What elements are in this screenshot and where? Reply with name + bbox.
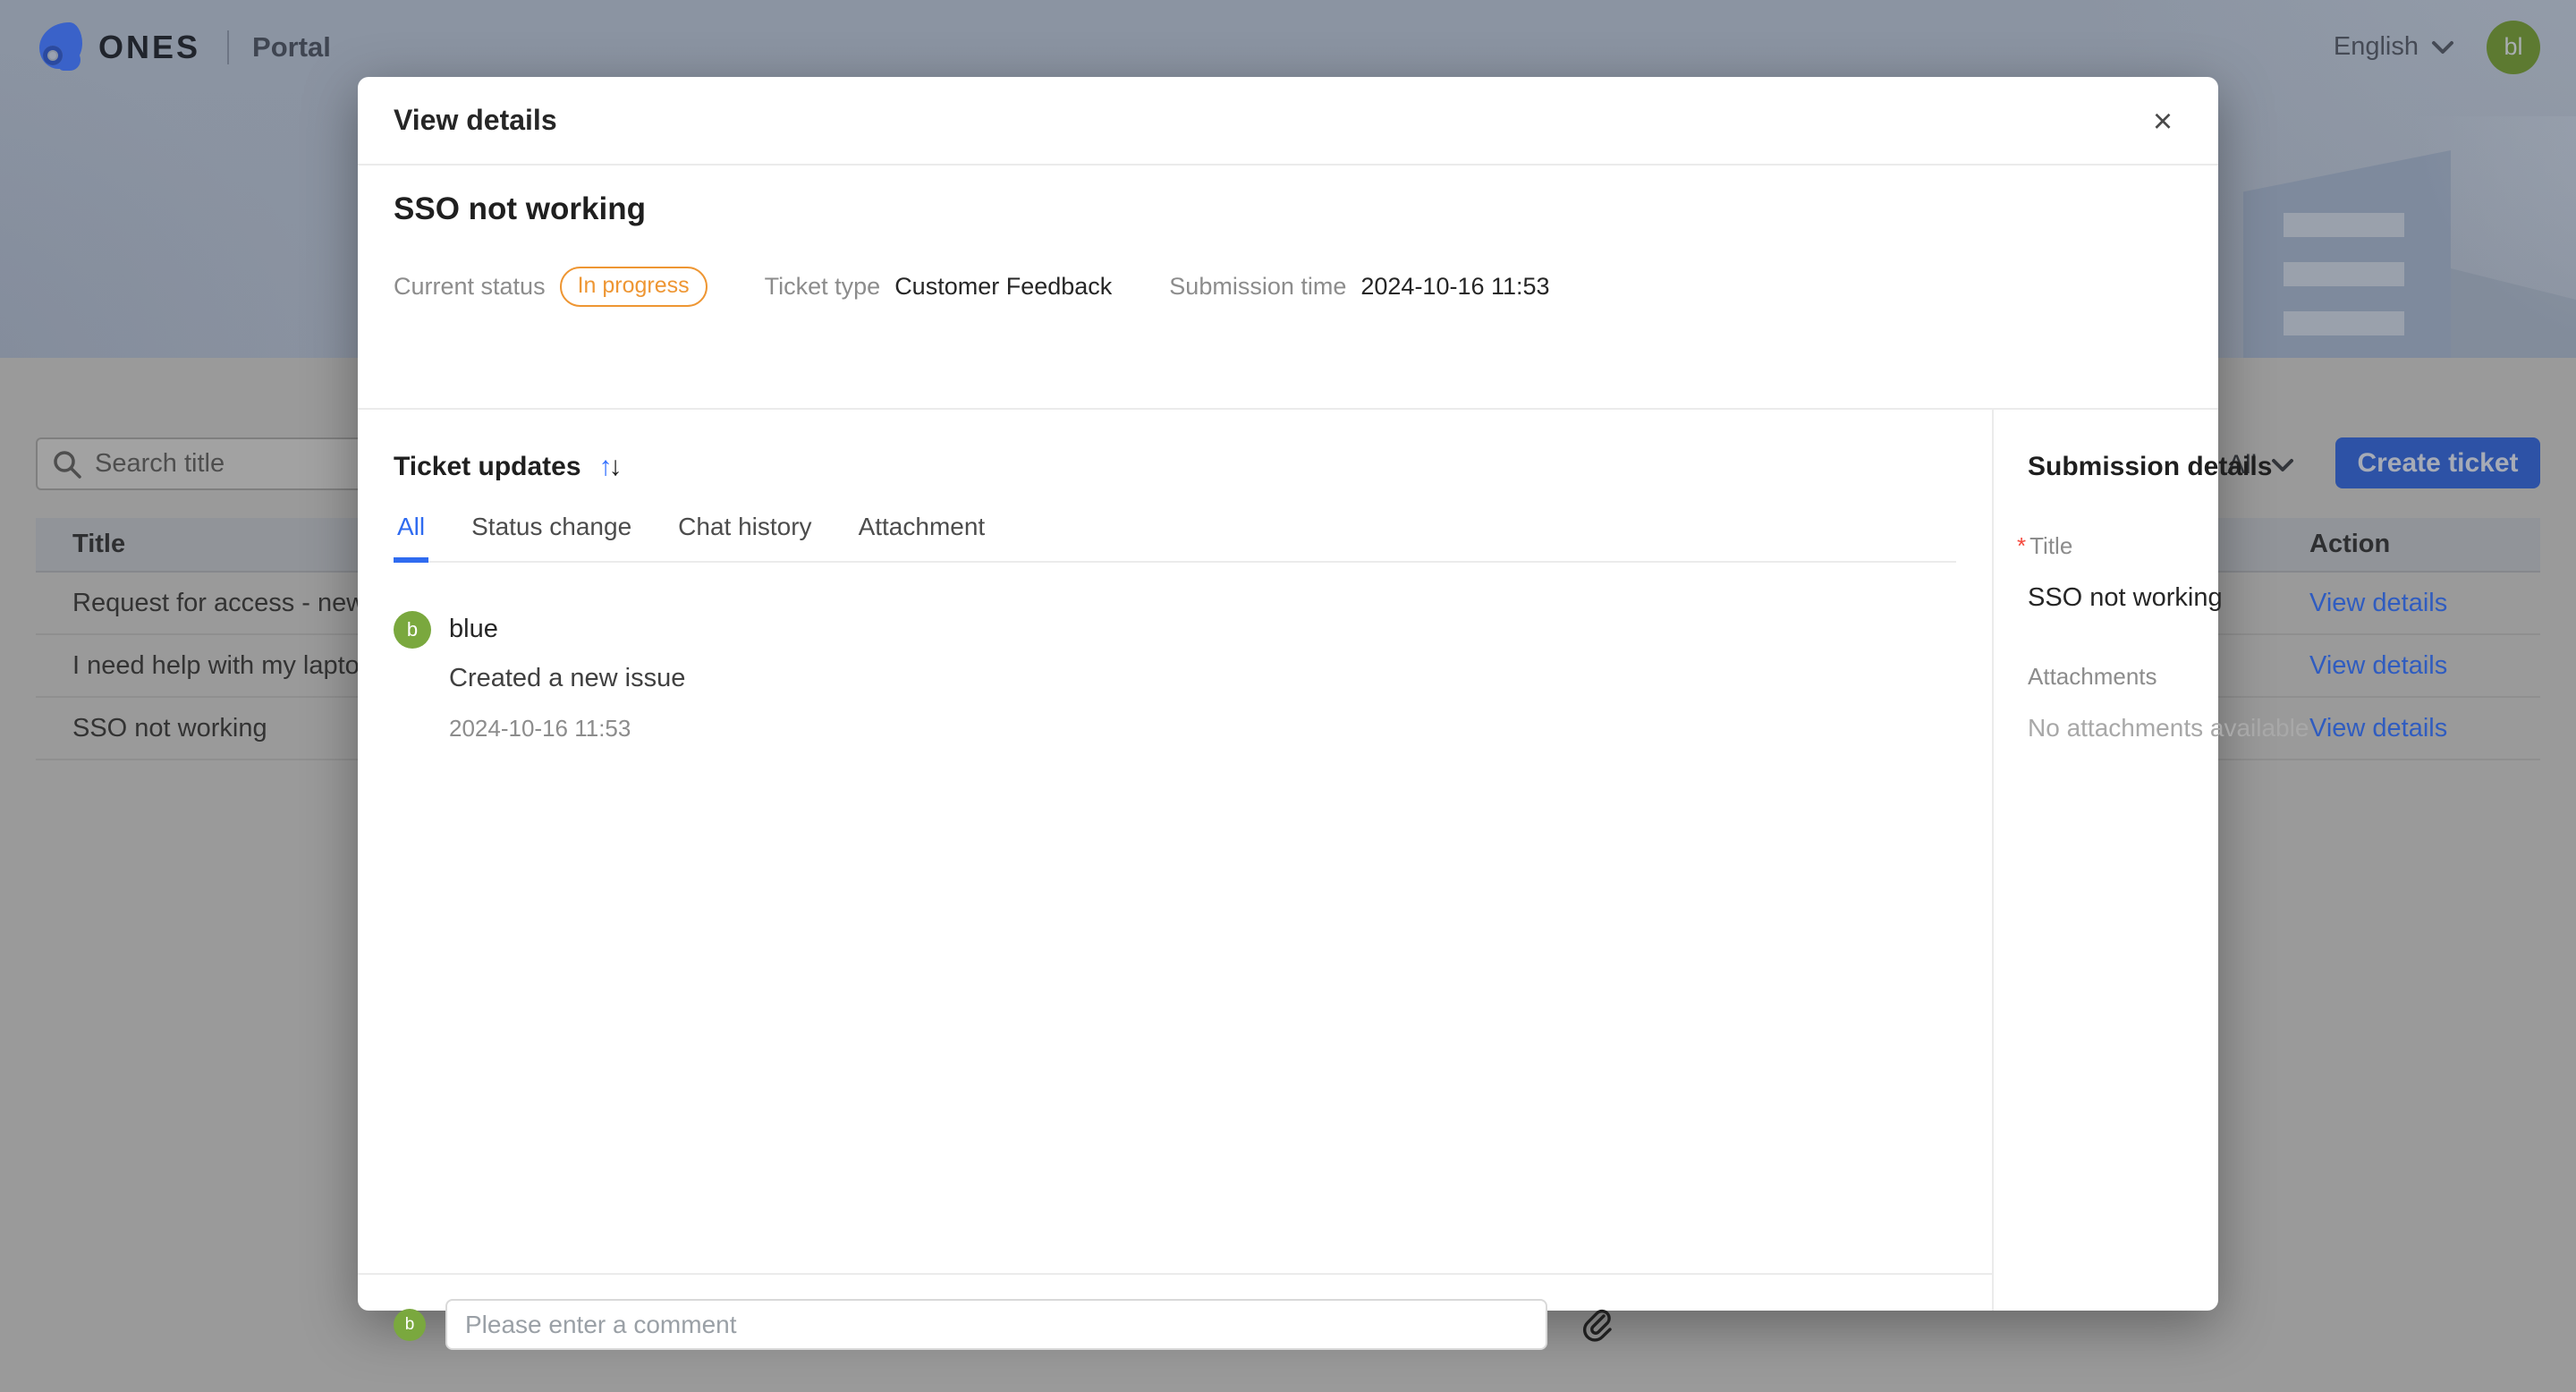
sort-order-icon[interactable]: ↑↓ — [599, 452, 623, 482]
pane-divider — [1992, 409, 1994, 1311]
ticket-updates-heading: Ticket updates ↑↓ — [394, 452, 623, 482]
product-name: Portal — [252, 31, 331, 63]
brand-logo[interactable]: ONES Portal — [36, 21, 331, 73]
comment-input[interactable] — [445, 1299, 1547, 1350]
tab-attachment[interactable]: Attachment — [855, 513, 989, 561]
submission-time-label: Submission time — [1169, 273, 1347, 300]
comment-bar: b — [394, 1299, 1956, 1350]
avatar: b — [394, 1308, 426, 1341]
user-avatar[interactable]: bl — [2487, 20, 2540, 74]
update-timestamp: 2024-10-16 11:53 — [449, 715, 631, 742]
language-label: English — [2333, 32, 2419, 61]
avatar: b — [394, 611, 431, 649]
brand-name: ONES — [98, 29, 201, 65]
required-mark: * — [2017, 532, 2027, 559]
building-window-bar — [2284, 262, 2404, 286]
update-text: Created a new issue — [449, 664, 686, 692]
section-divider — [358, 408, 2218, 410]
close-icon[interactable]: × — [2145, 104, 2181, 140]
paperclip-icon[interactable] — [1578, 1306, 1615, 1344]
ticket-title: SSO not working — [394, 191, 646, 226]
submission-details-panel: Submission details * Title SSO not workin… — [2017, 452, 2555, 743]
ticket-type-label: Ticket type — [764, 273, 881, 300]
building-window-bar — [2284, 311, 2404, 335]
ticket-summary: SSO not working Current status In progre… — [394, 191, 2182, 307]
modal-title: View details — [394, 104, 557, 136]
title-field-value: SSO not working — [2028, 583, 2223, 612]
status-label: Current status — [394, 273, 546, 300]
search-placeholder: Search title — [95, 449, 225, 478]
attachments-empty-text: No attachments available — [2028, 714, 2309, 742]
submission-heading: Submission details — [2028, 452, 2273, 481]
hero-decoration — [2415, 116, 2576, 358]
building-window-bar — [2284, 213, 2404, 237]
update-list-item: b blue Created a new issue 2024-10-16 11… — [394, 611, 685, 743]
tab-status-change[interactable]: Status change — [468, 513, 635, 561]
search-input[interactable]: Search title — [36, 437, 410, 490]
ticket-type-value: Customer Feedback — [894, 273, 1113, 300]
submission-time-value: 2024-10-16 11:53 — [1360, 273, 1550, 300]
search-icon — [54, 450, 81, 479]
comment-divider — [358, 1273, 1992, 1275]
tab-all[interactable]: All — [394, 513, 429, 563]
update-author: blue — [449, 615, 498, 643]
tab-chat-history[interactable]: Chat history — [674, 513, 815, 561]
modal-header: View details — [358, 77, 2218, 166]
ones-logo-icon — [36, 22, 86, 72]
language-selector[interactable]: English — [2334, 32, 2454, 62]
nav-divider — [227, 30, 230, 64]
view-details-modal: View details × SSO not working Current s… — [358, 77, 2309, 1350]
title-field-label: * Title — [2017, 532, 2073, 559]
status-badge: In progress — [559, 267, 708, 307]
chevron-down-icon — [2432, 40, 2453, 54]
attachments-label: Attachments — [2028, 663, 2157, 690]
updates-tab-bar: All Status change Chat history Attachmen… — [394, 513, 1956, 563]
